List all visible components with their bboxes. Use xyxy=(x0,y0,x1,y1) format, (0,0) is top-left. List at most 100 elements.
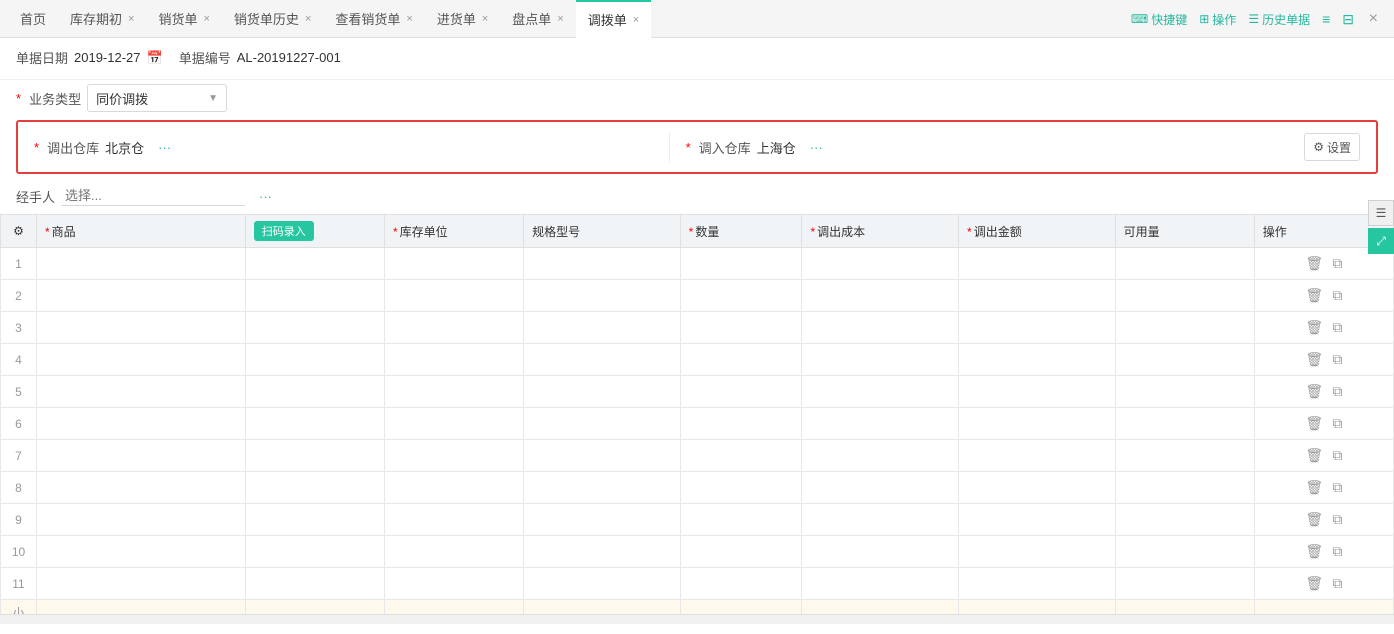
delete-icon-2[interactable]: 🗑 xyxy=(1305,287,1323,303)
product-1[interactable] xyxy=(37,248,246,280)
spec-5[interactable] xyxy=(524,376,681,408)
product-10[interactable] xyxy=(37,536,246,568)
unit-8[interactable] xyxy=(384,472,523,504)
unit-5[interactable] xyxy=(384,376,523,408)
product-8[interactable] xyxy=(37,472,246,504)
tab-close-stocktake[interactable]: × xyxy=(557,13,563,25)
horizontal-scrollbar[interactable] xyxy=(0,614,1394,624)
scan-btn[interactable]: 扫码录入 xyxy=(254,221,314,241)
cost-5[interactable] xyxy=(802,376,959,408)
cost-3[interactable] xyxy=(802,312,959,344)
tab-purchase[interactable]: 进货单 × xyxy=(425,0,500,38)
qty-9[interactable] xyxy=(680,504,802,536)
product-4[interactable] xyxy=(37,344,246,376)
tab-transfer[interactable]: 调拨单 × xyxy=(576,0,651,38)
copy-icon-6[interactable]: ⧉ xyxy=(1332,415,1342,431)
in-warehouse-more[interactable]: ··· xyxy=(810,140,823,155)
delete-icon-7[interactable]: 🗑 xyxy=(1305,447,1323,463)
unit-1[interactable] xyxy=(384,248,523,280)
float-list-btn[interactable]: ☰ xyxy=(1368,200,1394,226)
delete-icon-10[interactable]: 🗑 xyxy=(1305,543,1323,559)
tab-close-purchase[interactable]: × xyxy=(482,13,488,25)
tab-stocktake[interactable]: 盘点单 × xyxy=(500,0,575,38)
unit-10[interactable] xyxy=(384,536,523,568)
unit-3[interactable] xyxy=(384,312,523,344)
product-7[interactable] xyxy=(37,440,246,472)
delete-icon-9[interactable]: 🗑 xyxy=(1305,511,1323,527)
amount-5[interactable] xyxy=(959,376,1116,408)
copy-icon-8[interactable]: ⧉ xyxy=(1332,479,1342,495)
cost-4[interactable] xyxy=(802,344,959,376)
qty-1[interactable] xyxy=(680,248,802,280)
layout-btn2[interactable]: ⊟ xyxy=(1342,11,1354,28)
tab-close-transfer[interactable]: × xyxy=(633,14,639,26)
amount-9[interactable] xyxy=(959,504,1116,536)
qty-10[interactable] xyxy=(680,536,802,568)
shortcut-btn[interactable]: ⌨ 快捷键 xyxy=(1131,11,1187,28)
copy-icon-5[interactable]: ⧉ xyxy=(1332,383,1342,399)
amount-2[interactable] xyxy=(959,280,1116,312)
spec-10[interactable] xyxy=(524,536,681,568)
cost-1[interactable] xyxy=(802,248,959,280)
delete-icon-1[interactable]: 🗑 xyxy=(1305,255,1323,271)
cost-10[interactable] xyxy=(802,536,959,568)
unit-4[interactable] xyxy=(384,344,523,376)
product-11[interactable] xyxy=(37,568,246,600)
product-6[interactable] xyxy=(37,408,246,440)
unit-7[interactable] xyxy=(384,440,523,472)
delete-icon-3[interactable]: 🗑 xyxy=(1305,319,1323,335)
amount-3[interactable] xyxy=(959,312,1116,344)
unit-9[interactable] xyxy=(384,504,523,536)
spec-6[interactable] xyxy=(524,408,681,440)
copy-icon-4[interactable]: ⧉ xyxy=(1332,351,1342,367)
spec-1[interactable] xyxy=(524,248,681,280)
qty-8[interactable] xyxy=(680,472,802,504)
tab-close-inventory-init[interactable]: × xyxy=(128,13,134,25)
copy-icon-10[interactable]: ⧉ xyxy=(1332,543,1342,559)
spec-8[interactable] xyxy=(524,472,681,504)
tab-sales-history[interactable]: 销货单历史 × xyxy=(222,0,323,38)
tab-close-view-sales[interactable]: × xyxy=(406,13,412,25)
spec-2[interactable] xyxy=(524,280,681,312)
th-gear[interactable]: ⚙ xyxy=(1,215,37,248)
biz-type-dropdown[interactable]: 同价调拨 ▼ xyxy=(87,84,227,112)
out-warehouse-more[interactable]: ··· xyxy=(158,140,171,155)
unit-2[interactable] xyxy=(384,280,523,312)
spec-7[interactable] xyxy=(524,440,681,472)
delete-icon-6[interactable]: 🗑 xyxy=(1305,415,1323,431)
product-3[interactable] xyxy=(37,312,246,344)
qty-7[interactable] xyxy=(680,440,802,472)
delete-icon-11[interactable]: 🗑 xyxy=(1305,575,1323,591)
history-btn[interactable]: ☰ 历史单据 xyxy=(1248,11,1310,28)
amount-8[interactable] xyxy=(959,472,1116,504)
tab-inventory-init[interactable]: 库存期初 × xyxy=(58,0,146,38)
tab-view-sales[interactable]: 查看销货单 × xyxy=(323,0,424,38)
window-close-btn[interactable]: × xyxy=(1361,10,1386,28)
spec-4[interactable] xyxy=(524,344,681,376)
copy-icon-11[interactable]: ⧉ xyxy=(1332,575,1342,591)
copy-icon-9[interactable]: ⧉ xyxy=(1332,511,1342,527)
product-9[interactable] xyxy=(37,504,246,536)
cost-9[interactable] xyxy=(802,504,959,536)
unit-11[interactable] xyxy=(384,568,523,600)
tab-home[interactable]: 首页 xyxy=(8,0,58,38)
cost-2[interactable] xyxy=(802,280,959,312)
delete-icon-8[interactable]: 🗑 xyxy=(1305,479,1323,495)
float-expand-btn[interactable]: ⤢ xyxy=(1368,228,1394,254)
layout-btn1[interactable]: ≡ xyxy=(1322,11,1330,27)
copy-icon-3[interactable]: ⧉ xyxy=(1332,319,1342,335)
settings-button[interactable]: ⚙ 设置 xyxy=(1304,133,1360,161)
tab-close-sales-order[interactable]: × xyxy=(203,13,209,25)
cost-6[interactable] xyxy=(802,408,959,440)
amount-4[interactable] xyxy=(959,344,1116,376)
person-input[interactable] xyxy=(61,186,245,206)
unit-6[interactable] xyxy=(384,408,523,440)
copy-icon-2[interactable]: ⧉ xyxy=(1332,287,1342,303)
qty-2[interactable] xyxy=(680,280,802,312)
delete-icon-4[interactable]: 🗑 xyxy=(1305,351,1323,367)
spec-11[interactable] xyxy=(524,568,681,600)
tab-close-sales-history[interactable]: × xyxy=(305,13,311,25)
amount-11[interactable] xyxy=(959,568,1116,600)
person-more[interactable]: ··· xyxy=(259,189,272,204)
spec-3[interactable] xyxy=(524,312,681,344)
